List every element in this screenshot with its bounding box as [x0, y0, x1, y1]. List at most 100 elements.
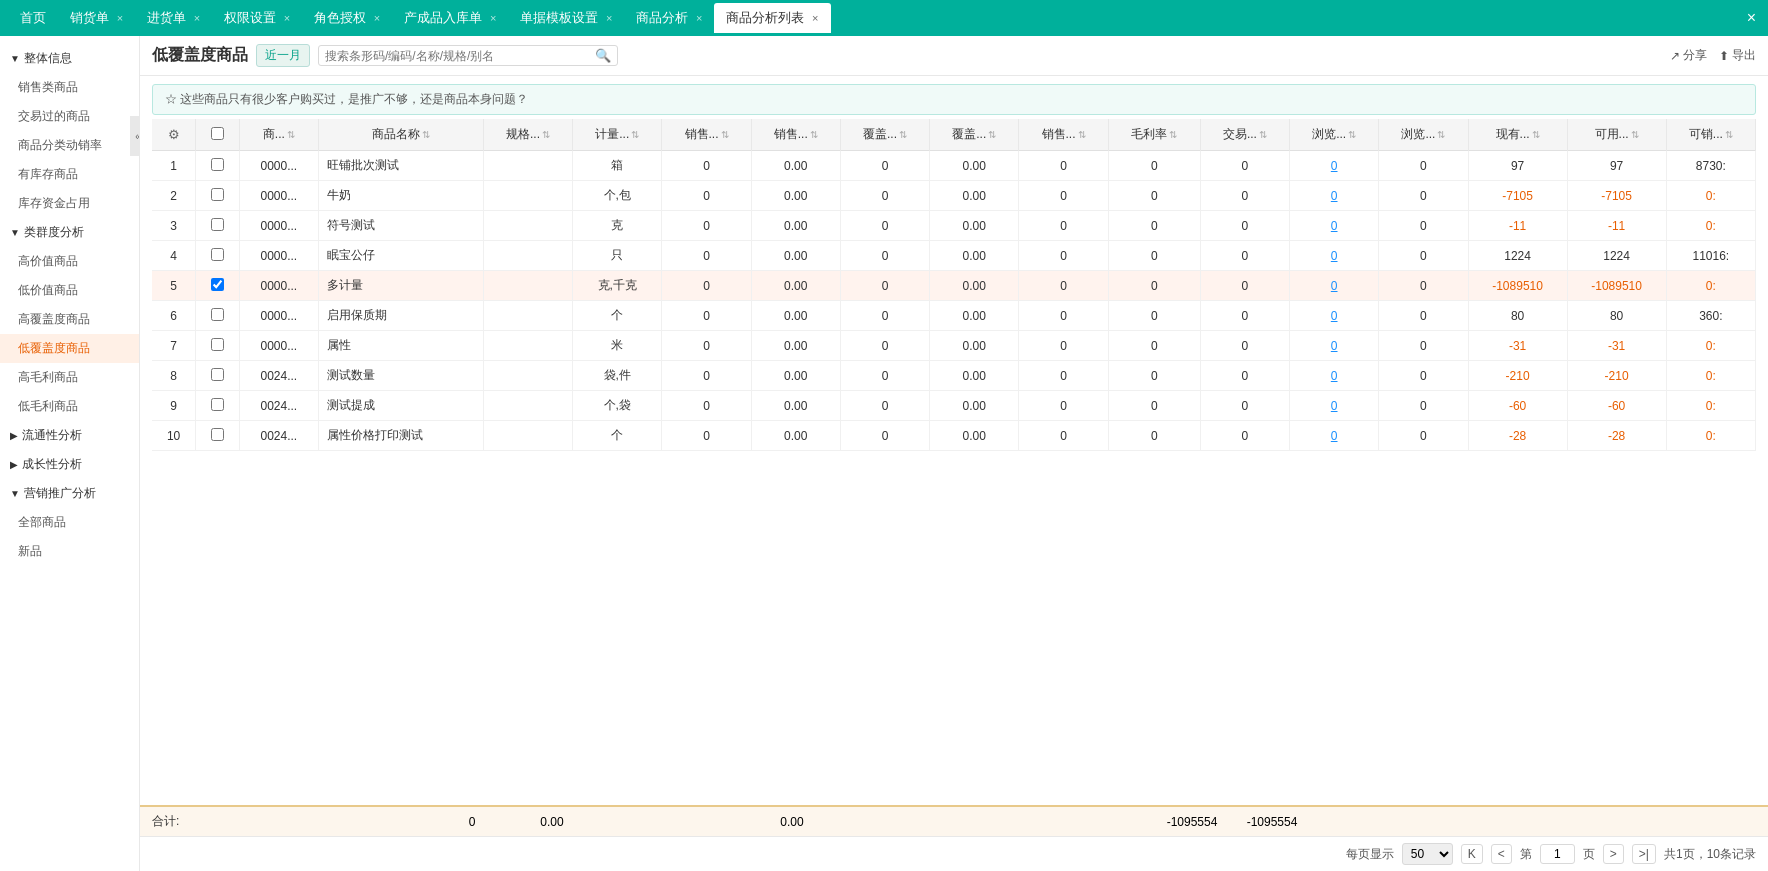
col-unit[interactable]: 计量...⇅: [573, 119, 662, 151]
select-all-checkbox[interactable]: [211, 127, 224, 140]
row-browse1[interactable]: 0: [1290, 301, 1379, 331]
col-sellable[interactable]: 可销...⇅: [1666, 119, 1755, 151]
sidebar-item-high-coverage[interactable]: 高覆盖度商品: [0, 305, 139, 334]
row-checkbox[interactable]: [196, 421, 240, 451]
browse1-link[interactable]: 0: [1331, 189, 1338, 203]
sidebar-section-marketing[interactable]: ▼ 营销推广分析: [0, 479, 139, 508]
page-number-input[interactable]: [1540, 844, 1575, 864]
browse1-link[interactable]: 0: [1331, 219, 1338, 233]
sidebar-item-in-stock[interactable]: 有库存商品: [0, 160, 139, 189]
tab-permissions[interactable]: 权限设置 ×: [212, 3, 302, 33]
col-sales-amt[interactable]: 销售...⇅: [751, 119, 840, 151]
row-browse1[interactable]: 0: [1290, 241, 1379, 271]
sidebar-item-low-value[interactable]: 低价值商品: [0, 276, 139, 305]
sidebar-collapse-button[interactable]: «: [130, 116, 140, 156]
browse1-link[interactable]: 0: [1331, 429, 1338, 443]
sidebar-item-new-goods[interactable]: 新品: [0, 537, 139, 566]
col-margin[interactable]: 毛利率⇅: [1108, 119, 1200, 151]
export-button[interactable]: ⬆ 导出: [1719, 47, 1756, 64]
tab-close-permissions[interactable]: ×: [284, 12, 290, 24]
tab-close-roles[interactable]: ×: [374, 12, 380, 24]
page-size-select[interactable]: 50 100 200: [1402, 843, 1453, 865]
sidebar-item-stock-capital[interactable]: 库存资金占用: [0, 189, 139, 218]
row-checkbox[interactable]: [196, 271, 240, 301]
browse1-link[interactable]: 0: [1331, 399, 1338, 413]
sidebar-section-growth[interactable]: ▶ 成长性分析: [0, 450, 139, 479]
search-icon[interactable]: 🔍: [595, 48, 611, 63]
row-browse1[interactable]: 0: [1290, 421, 1379, 451]
tab-analysis[interactable]: 商品分析 ×: [624, 3, 714, 33]
col-sales3[interactable]: 销售...⇅: [1019, 119, 1108, 151]
tab-home[interactable]: 首页: [8, 3, 58, 33]
sidebar-item-high-value[interactable]: 高价值商品: [0, 247, 139, 276]
row-browse1[interactable]: 0: [1290, 331, 1379, 361]
browse1-link[interactable]: 0: [1331, 159, 1338, 173]
row-select-checkbox[interactable]: [211, 308, 224, 321]
tab-analysis-list[interactable]: 商品分析列表 ×: [714, 3, 830, 33]
row-checkbox[interactable]: [196, 241, 240, 271]
tab-close-templates[interactable]: ×: [606, 12, 612, 24]
sidebar-section-liquidity[interactable]: ▶ 流通性分析: [0, 421, 139, 450]
row-select-checkbox[interactable]: [211, 338, 224, 351]
prev-page-button[interactable]: <: [1491, 844, 1512, 864]
col-coverage1[interactable]: 覆盖...⇅: [840, 119, 929, 151]
search-input[interactable]: [325, 49, 595, 63]
sidebar-item-high-margin[interactable]: 高毛利商品: [0, 363, 139, 392]
period-button[interactable]: 近一月: [256, 44, 310, 67]
share-button[interactable]: ↗ 分享: [1670, 47, 1707, 64]
col-trade[interactable]: 交易...⇅: [1200, 119, 1289, 151]
row-browse1[interactable]: 0: [1290, 361, 1379, 391]
browse1-link[interactable]: 0: [1331, 309, 1338, 323]
tab-roles[interactable]: 角色授权 ×: [302, 3, 392, 33]
row-browse1[interactable]: 0: [1290, 211, 1379, 241]
row-select-checkbox[interactable]: [211, 428, 224, 441]
tab-close-sales[interactable]: ×: [117, 12, 123, 24]
tab-purchase[interactable]: 进货单 ×: [135, 3, 212, 33]
window-close-button[interactable]: ×: [1747, 9, 1756, 27]
row-select-checkbox[interactable]: [211, 368, 224, 381]
col-sales-qty[interactable]: 销售...⇅: [662, 119, 751, 151]
tab-products[interactable]: 产成品入库单 ×: [392, 3, 508, 33]
sidebar-item-low-coverage[interactable]: 低覆盖度商品: [0, 334, 139, 363]
col-spec[interactable]: 规格...⇅: [483, 119, 572, 151]
row-select-checkbox[interactable]: [211, 398, 224, 411]
row-browse1[interactable]: 0: [1290, 151, 1379, 181]
row-browse1[interactable]: 0: [1290, 271, 1379, 301]
col-coverage2[interactable]: 覆盖...⇅: [930, 119, 1019, 151]
row-browse1[interactable]: 0: [1290, 391, 1379, 421]
tab-close-products[interactable]: ×: [490, 12, 496, 24]
gear-icon[interactable]: ⚙: [168, 127, 180, 142]
row-checkbox[interactable]: [196, 331, 240, 361]
row-checkbox[interactable]: [196, 361, 240, 391]
browse1-link[interactable]: 0: [1331, 279, 1338, 293]
tab-templates[interactable]: 单据模板设置 ×: [508, 3, 624, 33]
next-page-button[interactable]: >: [1603, 844, 1624, 864]
tab-close-purchase[interactable]: ×: [194, 12, 200, 24]
browse1-link[interactable]: 0: [1331, 249, 1338, 263]
row-checkbox[interactable]: [196, 151, 240, 181]
row-browse1[interactable]: 0: [1290, 181, 1379, 211]
last-page-button[interactable]: >|: [1632, 844, 1656, 864]
row-select-checkbox[interactable]: [211, 248, 224, 261]
sidebar-item-traded-goods[interactable]: 交易过的商品: [0, 102, 139, 131]
data-table-container[interactable]: ⚙ 商...⇅ 商品名称⇅ 规格...⇅ 计量...⇅ 销售...⇅ 销售...…: [152, 119, 1756, 805]
sidebar-item-low-margin[interactable]: 低毛利商品: [0, 392, 139, 421]
row-select-checkbox[interactable]: [211, 278, 224, 291]
browse1-link[interactable]: 0: [1331, 339, 1338, 353]
col-code[interactable]: 商...⇅: [240, 119, 319, 151]
tab-sales[interactable]: 销货单 ×: [58, 3, 135, 33]
row-checkbox[interactable]: [196, 211, 240, 241]
first-page-button[interactable]: K: [1461, 844, 1483, 864]
browse1-link[interactable]: 0: [1331, 369, 1338, 383]
row-select-checkbox[interactable]: [211, 218, 224, 231]
col-browse2[interactable]: 浏览...⇅: [1379, 119, 1468, 151]
tab-close-analysis[interactable]: ×: [696, 12, 702, 24]
tab-close-analysis-list[interactable]: ×: [812, 12, 818, 24]
col-browse1[interactable]: 浏览...⇅: [1290, 119, 1379, 151]
col-checkbox[interactable]: [196, 119, 240, 151]
sidebar-item-category-rate[interactable]: 商品分类动销率: [0, 131, 139, 160]
sidebar-item-all-goods[interactable]: 全部商品: [0, 508, 139, 537]
sidebar-section-cluster[interactable]: ▼ 类群度分析: [0, 218, 139, 247]
col-name[interactable]: 商品名称⇅: [318, 119, 483, 151]
row-checkbox[interactable]: [196, 301, 240, 331]
